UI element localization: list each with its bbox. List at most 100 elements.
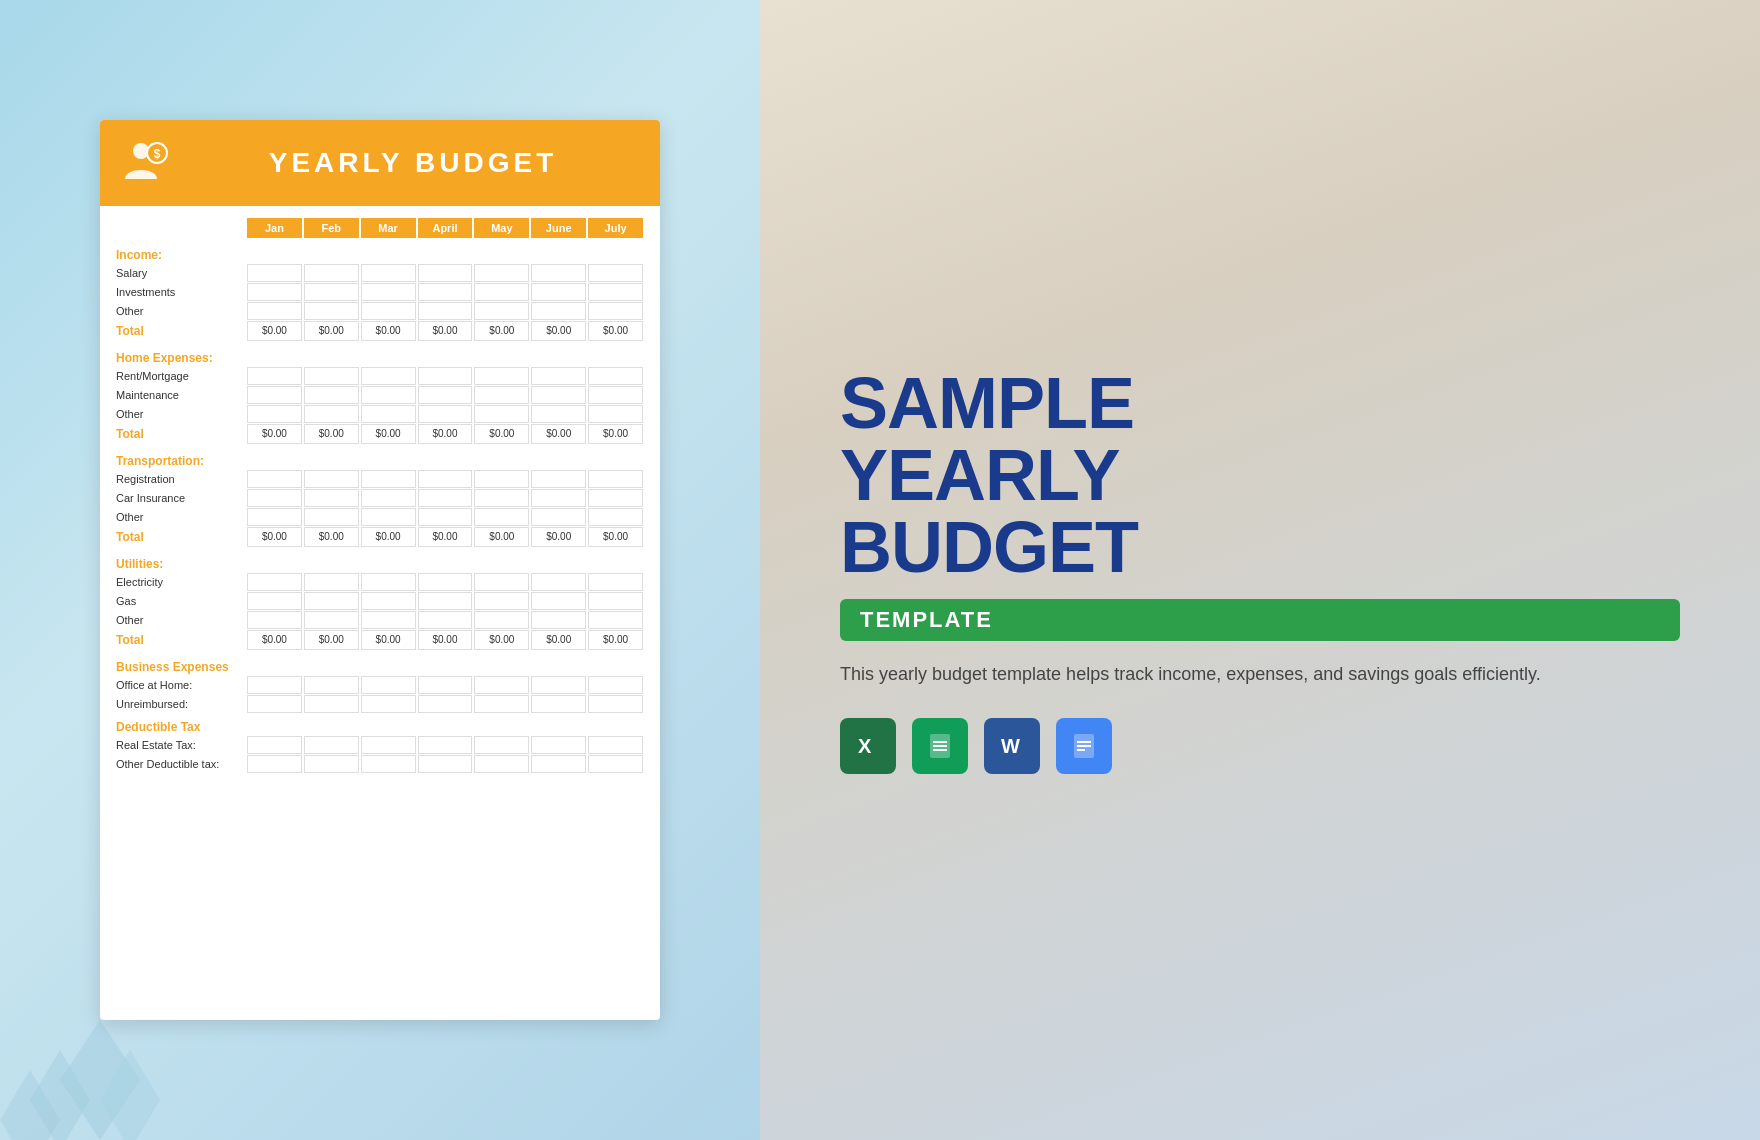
transport-total-label: Total [116, 527, 246, 547]
svg-rect-11 [933, 749, 947, 751]
promo-title-line1: SAMPLE [840, 367, 1680, 439]
month-jan: Jan [247, 218, 302, 238]
svg-text:X: X [858, 735, 872, 757]
other-deductible-label: Other Deductible tax: [116, 755, 246, 773]
header-icon: $ [120, 138, 170, 188]
income-total-may: $0.00 [474, 321, 529, 341]
month-feb: Feb [304, 218, 359, 238]
business-expenses-label: Business Expenses [116, 654, 644, 676]
unreimbursed-label: Unreimbursed: [116, 695, 246, 713]
svg-text:$: $ [154, 147, 161, 161]
excel-icon: X [840, 718, 896, 774]
car-insurance-label: Car Insurance [116, 489, 246, 507]
table-row: Gas [116, 592, 644, 610]
income-total-label: Total [116, 321, 246, 341]
month-june: June [531, 218, 586, 238]
word-icon: W [984, 718, 1040, 774]
table-row: Other [116, 508, 644, 526]
table-row: Salary [116, 264, 644, 282]
promo-description: This yearly budget template helps track … [840, 661, 1680, 688]
svg-rect-15 [1077, 745, 1091, 747]
decorative-diamonds [0, 940, 200, 1140]
income-total-june: $0.00 [531, 321, 586, 341]
income-other-label: Other [116, 302, 246, 320]
app-icons-row: X W [840, 718, 1680, 774]
salary-jan[interactable] [247, 264, 302, 282]
document: $ YEARLY BUDGET Jan Feb Mar April May Ju… [100, 120, 660, 1020]
month-header-row: Jan Feb Mar April May June July [116, 218, 644, 238]
table-row: Unreimbursed: [116, 695, 644, 713]
home-expenses-section: Home Expenses: Rent/Mortgage Maintenance [116, 345, 644, 444]
right-panel: SAMPLE YEARLY BUDGET TEMPLATE This yearl… [760, 0, 1760, 1140]
table-row: Other [116, 302, 644, 320]
month-mar: Mar [361, 218, 416, 238]
transportation-label: Transportation: [116, 448, 644, 470]
doc-title: YEARLY BUDGET [186, 147, 640, 179]
transport-total-row: Total $0.00 $0.00 $0.00 $0.00 $0.00 $0.0… [116, 527, 644, 547]
sheets-icon [912, 718, 968, 774]
registration-label: Registration [116, 470, 246, 488]
income-total-april: $0.00 [418, 321, 473, 341]
transport-other-label: Other [116, 508, 246, 526]
salary-april[interactable] [418, 264, 473, 282]
table-row: Investments [116, 283, 644, 301]
income-total-mar: $0.00 [361, 321, 416, 341]
utilities-total-label: Total [116, 630, 246, 650]
table-row: Real Estate Tax: [116, 736, 644, 754]
doc-header: $ YEARLY BUDGET [100, 120, 660, 206]
gas-label: Gas [116, 592, 246, 610]
table-row: Other [116, 405, 644, 423]
right-panel-content: SAMPLE YEARLY BUDGET TEMPLATE This yearl… [840, 367, 1680, 774]
svg-text:W: W [1001, 735, 1020, 757]
salary-mar[interactable] [361, 264, 416, 282]
deductible-tax-section: Deductible Tax Real Estate Tax: Other De… [116, 714, 644, 773]
rent-label: Rent/Mortgage [116, 367, 246, 385]
docs-icon [1056, 718, 1112, 774]
home-expenses-label: Home Expenses: [116, 345, 644, 367]
income-total-jan: $0.00 [247, 321, 302, 341]
table-row: Rent/Mortgage [116, 367, 644, 385]
income-total-july: $0.00 [588, 321, 643, 341]
svg-rect-10 [933, 745, 947, 747]
promo-title-line2: YEARLY [840, 439, 1680, 511]
income-section: Income: Salary Investments [116, 242, 644, 341]
month-july: July [588, 218, 643, 238]
transportation-section: Transportation: Registration Car Insuran… [116, 448, 644, 547]
salary-label: Salary [116, 264, 246, 282]
budget-person-icon: $ [121, 139, 169, 187]
home-total-row: Total $0.00 $0.00 $0.00 $0.00 $0.00 $0.0… [116, 424, 644, 444]
income-label: Income: [116, 242, 644, 264]
salary-may[interactable] [474, 264, 529, 282]
table-row: Electricity [116, 573, 644, 591]
home-other-label: Other [116, 405, 246, 423]
left-panel: $ YEARLY BUDGET Jan Feb Mar April May Ju… [0, 0, 760, 1140]
investments-label: Investments [116, 283, 246, 301]
income-total-row: Total $0.00 $0.00 $0.00 $0.00 $0.00 $0.0… [116, 321, 644, 341]
salary-feb[interactable] [304, 264, 359, 282]
month-april: April [418, 218, 473, 238]
home-total-label: Total [116, 424, 246, 444]
svg-rect-9 [933, 741, 947, 743]
office-home-label: Office at Home: [116, 676, 246, 694]
template-badge: TEMPLATE [840, 599, 1680, 641]
utilities-other-label: Other [116, 611, 246, 629]
electricity-label: Electricity [116, 573, 246, 591]
salary-july[interactable] [588, 264, 643, 282]
svg-rect-16 [1077, 749, 1085, 751]
real-estate-tax-label: Real Estate Tax: [116, 736, 246, 754]
doc-body: Jan Feb Mar April May June July Income: … [100, 206, 660, 786]
business-expenses-section: Business Expenses Office at Home: Unreim… [116, 654, 644, 713]
utilities-section: Utilities: Electricity Gas [116, 551, 644, 650]
table-row: Car Insurance [116, 489, 644, 507]
promo-title-line3: BUDGET [840, 511, 1680, 583]
month-may: May [474, 218, 529, 238]
table-row: Maintenance [116, 386, 644, 404]
table-row: Other [116, 611, 644, 629]
table-row: Registration [116, 470, 644, 488]
income-total-feb: $0.00 [304, 321, 359, 341]
table-row: Other Deductible tax: [116, 755, 644, 773]
maintenance-label: Maintenance [116, 386, 246, 404]
salary-june[interactable] [531, 264, 586, 282]
deductible-tax-label: Deductible Tax [116, 714, 644, 736]
table-row: Office at Home: [116, 676, 644, 694]
